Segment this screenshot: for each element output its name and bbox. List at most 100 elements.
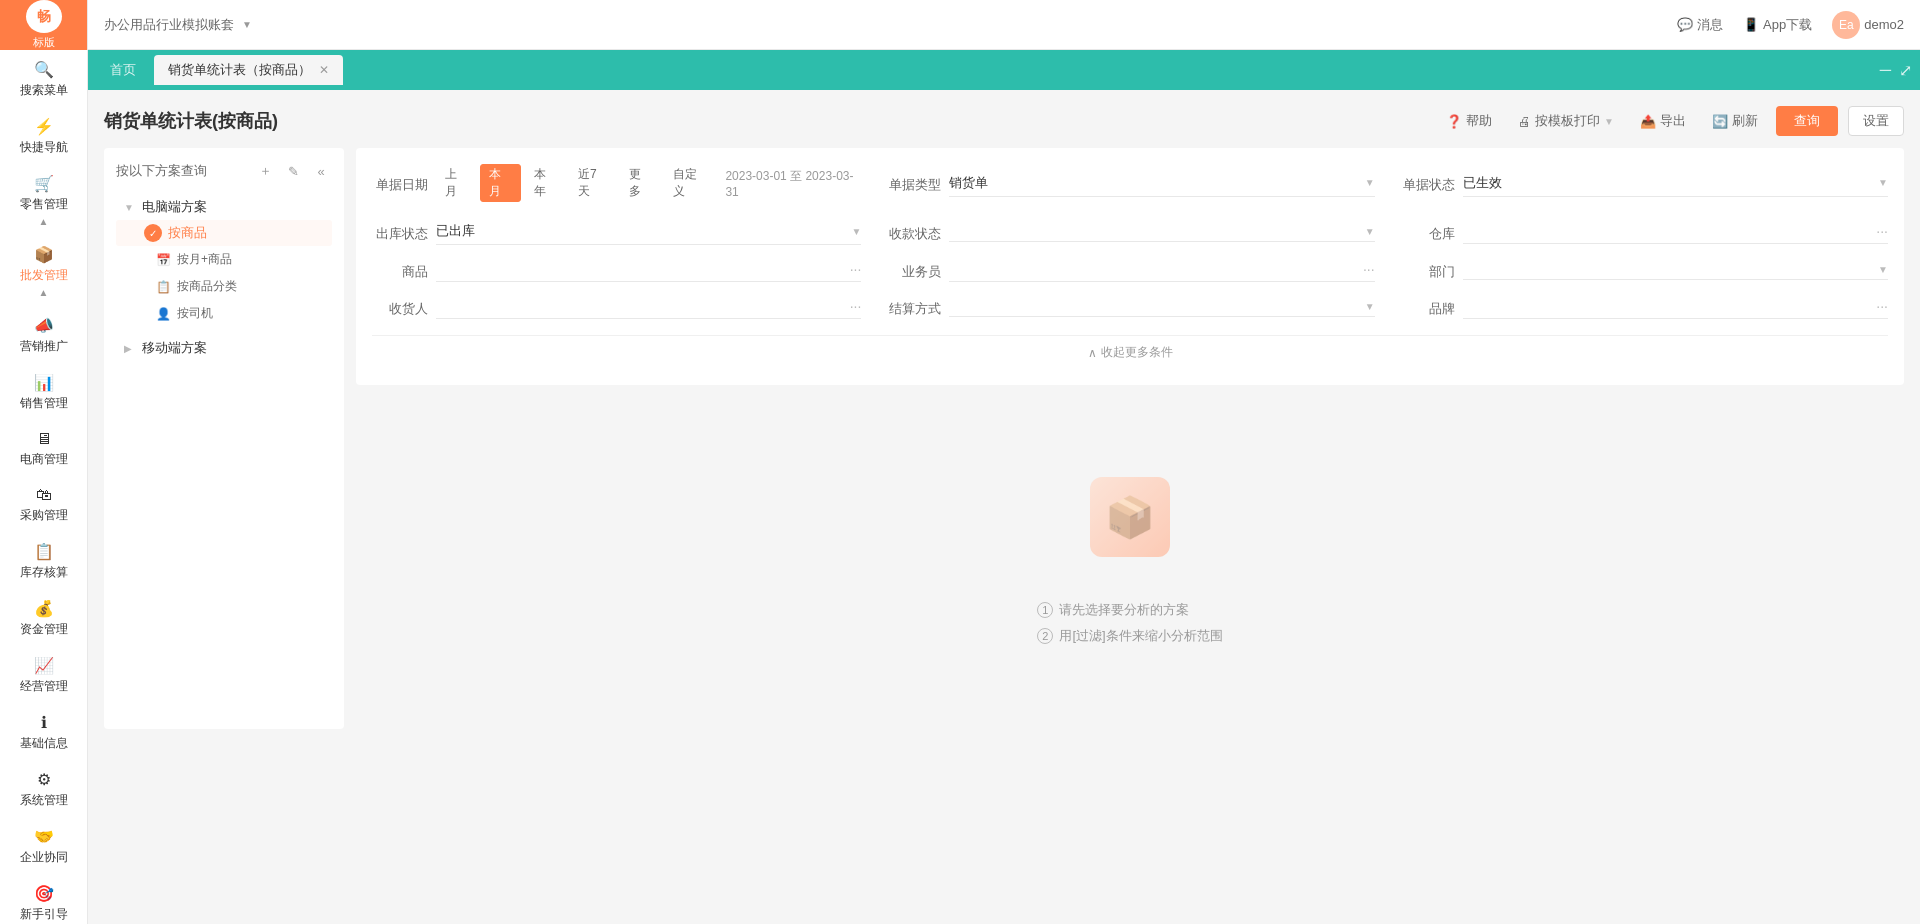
sidebar-icon-0: 🔍: [34, 60, 54, 79]
panel-actions: ＋ ✎ «: [254, 160, 332, 182]
filter-goods-control[interactable]: ···: [436, 261, 861, 282]
message-btn[interactable]: 💬 消息: [1677, 16, 1723, 34]
export-btn[interactable]: 📤 导出: [1632, 108, 1694, 134]
sidebar-item-7[interactable]: 🛍 采购管理: [0, 476, 87, 532]
sidebar-label-7: 采购管理: [20, 507, 68, 524]
filter-stock-arrow-icon: ▼: [851, 226, 861, 237]
filter-date-item: 单据日期 上月本月本年近7天更多自定义 2023-03-01 至 2023-03…: [372, 164, 861, 206]
date-tag-上月[interactable]: 上月: [436, 164, 476, 202]
print-dropdown-icon[interactable]: ▼: [1604, 116, 1614, 127]
sidebar-label-0: 搜索菜单: [20, 82, 68, 99]
panel-header: 按以下方案查询 ＋ ✎ «: [116, 160, 332, 182]
filter-status-arrow-icon: ▼: [1878, 177, 1888, 188]
filter-stock-label: 出库状态: [372, 225, 428, 243]
filter-warehouse-dots-icon[interactable]: ···: [1876, 223, 1888, 239]
tab-close-icon[interactable]: ✕: [319, 63, 329, 77]
filter-brand-control[interactable]: ···: [1463, 298, 1888, 319]
date-tag-近7天[interactable]: 近7天: [569, 164, 616, 202]
add-scheme-btn[interactable]: ＋: [254, 160, 276, 182]
filter-goods-item: 商品 ···: [372, 261, 861, 282]
filter-date-control: 上月本月本年近7天更多自定义 2023-03-01 至 2023-03-31: [436, 164, 861, 206]
sidebar-item-5[interactable]: 📊销售管理: [0, 363, 87, 420]
tab-sales-stats-label: 销货单统计表（按商品）: [168, 61, 311, 79]
filter-dept-control[interactable]: ▼: [1463, 264, 1888, 280]
sidebar-item-14[interactable]: 🎯新手引导: [0, 874, 87, 924]
tree-item-by-month-goods[interactable]: 📅 按月+商品: [116, 246, 332, 273]
date-tag-更多[interactable]: 更多: [620, 164, 660, 202]
sidebar-label-12: 系统管理: [20, 792, 68, 809]
sidebar-label-8: 库存核算: [20, 564, 68, 581]
sidebar-item-8[interactable]: 📋库存核算: [0, 532, 87, 589]
filter-stock-item: 出库状态 已出库 ▼: [372, 222, 861, 245]
sidebar-item-2[interactable]: 🛒零售管理▲: [0, 164, 87, 235]
filter-type-label: 单据类型: [885, 176, 941, 194]
tab-minimize-icon[interactable]: ─: [1880, 61, 1891, 79]
filter-goods-dots-icon[interactable]: ···: [850, 261, 862, 277]
refresh-btn[interactable]: 🔄 刷新: [1704, 108, 1766, 134]
date-tag-本年[interactable]: 本年: [525, 164, 565, 202]
sidebar-icon-10: 📈: [34, 656, 54, 675]
user-avatar-area[interactable]: Ea demo2: [1832, 11, 1904, 39]
sidebar-item-6[interactable]: 🖥电商管理: [0, 420, 87, 476]
tip-text-2: 用[过滤]条件来缩小分析范围: [1059, 623, 1222, 649]
filter-stock-control[interactable]: 已出库 ▼: [436, 222, 861, 245]
sidebar-label-6: 电商管理: [20, 451, 68, 468]
sidebar-icon-5: 📊: [34, 373, 54, 392]
date-tag-自定义[interactable]: 自定义: [664, 164, 716, 202]
sidebar-item-11[interactable]: ℹ基础信息: [0, 703, 87, 760]
print-btn[interactable]: 🖨 按模板打印 ▼: [1510, 108, 1622, 134]
sidebar-item-9[interactable]: 💰资金管理: [0, 589, 87, 646]
header-dropdown-icon[interactable]: ▼: [242, 19, 252, 30]
filter-receiver-control[interactable]: ···: [436, 298, 861, 319]
collapse-panel-btn[interactable]: «: [310, 160, 332, 182]
filter-brand-item: 品牌 ···: [1399, 298, 1888, 319]
filter-pay-control[interactable]: ▼: [949, 226, 1374, 242]
app-download-btn[interactable]: 📱 App下载: [1743, 16, 1812, 34]
filter-status-value: 已生效: [1463, 174, 1878, 192]
filter-payment-control[interactable]: ▼: [949, 301, 1374, 317]
app-logo[interactable]: 畅 标版: [0, 0, 87, 50]
sidebar-item-13[interactable]: 🤝企业协同: [0, 817, 87, 874]
filter-staff-dots-icon[interactable]: ···: [1363, 261, 1375, 277]
collapse-bar[interactable]: ∧ 收起更多条件: [372, 335, 1888, 369]
tree-item-by-driver[interactable]: 👤 按司机: [116, 300, 332, 327]
filter-type-control[interactable]: 销货单 ▼: [949, 174, 1374, 197]
sidebar-item-1[interactable]: ⚡快捷导航: [0, 107, 87, 164]
filter-brand-dots-icon[interactable]: ···: [1876, 298, 1888, 314]
empty-illustration: [1090, 477, 1170, 557]
settings-btn[interactable]: 设置: [1848, 106, 1904, 136]
filter-staff-control[interactable]: ···: [949, 261, 1374, 282]
date-tag-本月[interactable]: 本月: [480, 164, 520, 202]
tab-expand-icon[interactable]: ⤢: [1899, 61, 1912, 80]
filter-status-item: 单据状态 已生效 ▼: [1399, 174, 1888, 197]
filter-receiver-label: 收货人: [372, 300, 428, 318]
tree-item-by-goods[interactable]: ✓ 按商品: [116, 220, 332, 246]
tree-group-mobile[interactable]: ▶ 移动端方案: [116, 335, 332, 361]
filter-receiver-dots-icon[interactable]: ···: [850, 298, 862, 314]
query-btn[interactable]: 查询: [1776, 106, 1838, 136]
tree-item-by-goods-category[interactable]: 📋 按商品分类: [116, 273, 332, 300]
page-title: 销货单统计表(按商品): [104, 109, 278, 133]
empty-tip-1: 1 请先选择要分析的方案: [1037, 597, 1222, 623]
sidebar-item-12[interactable]: ⚙系统管理: [0, 760, 87, 817]
edit-scheme-btn[interactable]: ✎: [282, 160, 304, 182]
filter-receiver-item: 收货人 ···: [372, 298, 861, 319]
tree-group-desktop[interactable]: ▼ 电脑端方案: [116, 194, 332, 220]
sub-icon-person: 👤: [156, 307, 171, 321]
tab-sales-stats[interactable]: 销货单统计表（按商品） ✕: [154, 55, 343, 85]
tab-home[interactable]: 首页: [96, 55, 150, 85]
filter-warehouse-control[interactable]: ···: [1463, 223, 1888, 244]
filter-status-control[interactable]: 已生效 ▼: [1463, 174, 1888, 197]
sidebar-item-4[interactable]: 📣营销推广: [0, 306, 87, 363]
filter-date-label: 单据日期: [372, 176, 428, 194]
help-btn[interactable]: ❓ 帮助: [1438, 108, 1500, 134]
sidebar-item-10[interactable]: 📈经营管理: [0, 646, 87, 703]
sidebar-icon-7: 🛍: [36, 486, 52, 504]
left-panel: 按以下方案查询 ＋ ✎ « ▼ 电脑端方案: [104, 148, 344, 729]
tab-home-label: 首页: [110, 61, 136, 79]
filter-type-item: 单据类型 销货单 ▼: [885, 174, 1374, 197]
sidebar-icon-14: 🎯: [34, 884, 54, 903]
tree-item-by-goods-label: 按商品: [168, 224, 207, 242]
sidebar-item-0[interactable]: 🔍 搜索菜单: [0, 50, 87, 107]
sidebar-item-3[interactable]: 📦批发管理▲: [0, 235, 87, 306]
